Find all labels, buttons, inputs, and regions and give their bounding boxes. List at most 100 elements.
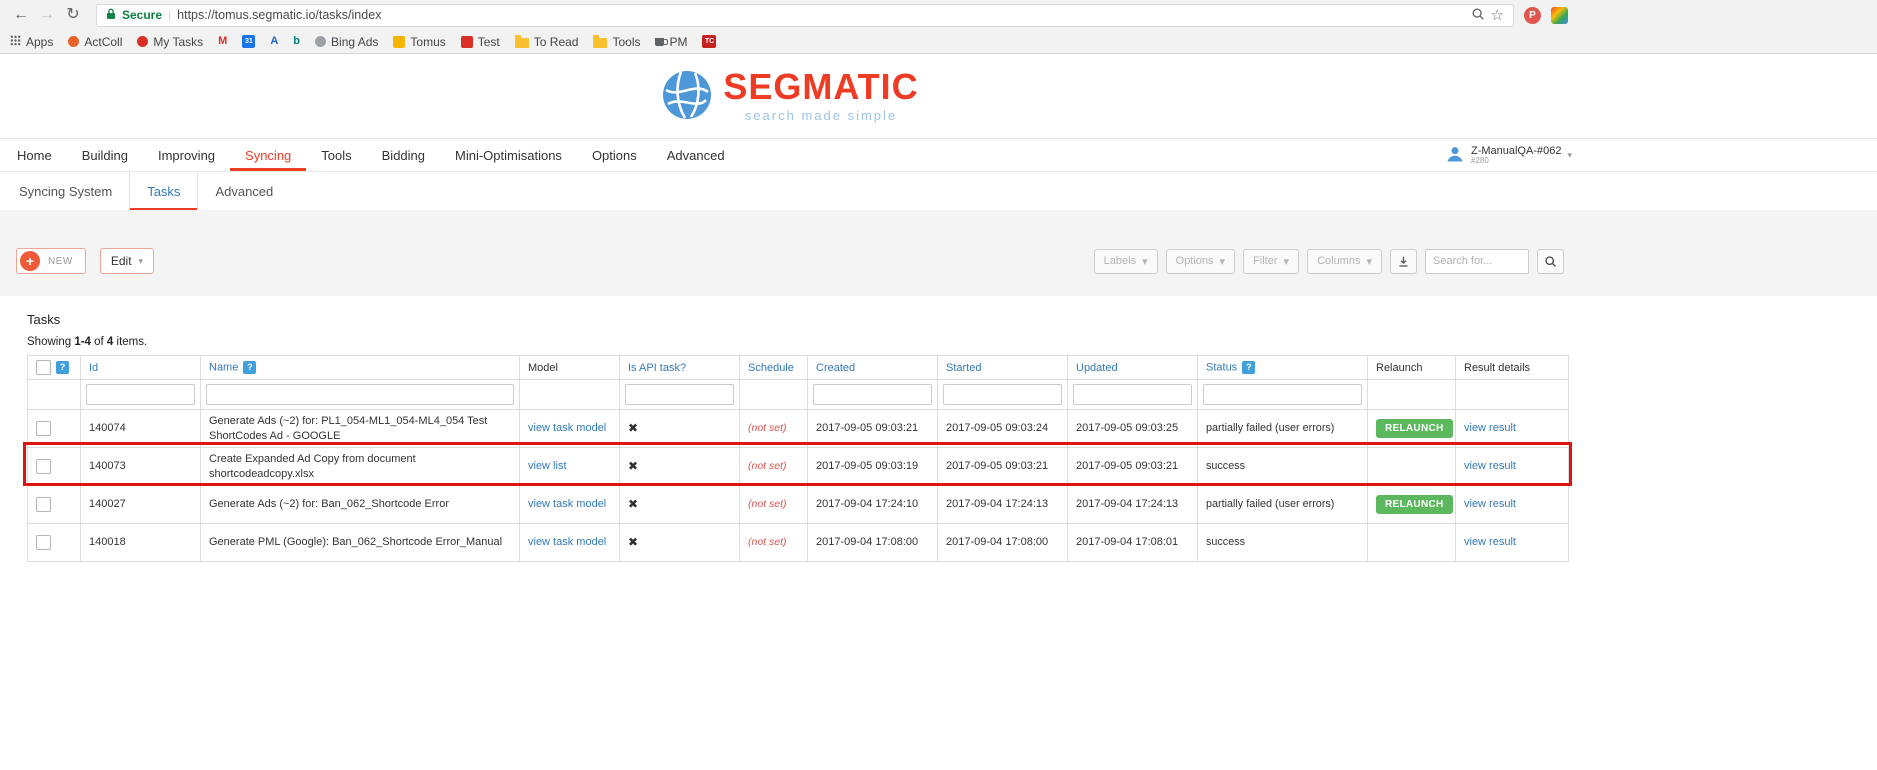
bookmark-apps[interactable]: Apps — [10, 35, 53, 49]
created-value: 2017-09-05 09:03:19 — [807, 447, 938, 486]
download-button[interactable] — [1390, 248, 1417, 274]
logo-text: SEGMATIC — [723, 66, 919, 107]
row-checkbox[interactable] — [36, 496, 51, 512]
view-model-link[interactable]: view list — [528, 460, 567, 472]
bookmark-my-tasks[interactable]: My Tasks — [137, 35, 203, 49]
new-button[interactable]: + NEW — [16, 248, 86, 274]
nav-item-syncing[interactable]: Syncing — [230, 139, 306, 171]
lock-icon — [106, 7, 116, 23]
bookmark-pm[interactable]: PM — [655, 35, 687, 49]
zoom-icon[interactable] — [1471, 7, 1485, 24]
bookmark-tc[interactable]: TC — [702, 35, 717, 48]
view-result-link[interactable]: view result — [1464, 498, 1516, 510]
filter-api-task-input[interactable] — [625, 384, 734, 405]
filter-updated-input[interactable] — [1073, 384, 1192, 405]
nav-item-mini-optimisations[interactable]: Mini-Optimisations — [440, 139, 577, 171]
column-header-schedule[interactable]: Schedule — [748, 362, 794, 374]
updated-value: 2017-09-04 17:08:01 — [1067, 523, 1198, 562]
help-icon[interactable]: ? — [243, 361, 257, 374]
user-menu[interactable]: Z-ManualQA-#062 #280 ▾ — [1445, 139, 1572, 171]
help-icon[interactable]: ? — [1242, 361, 1256, 374]
extension-icon-p[interactable]: P — [1524, 6, 1541, 24]
filter-id-input[interactable] — [86, 384, 195, 405]
nav-item-improving[interactable]: Improving — [143, 139, 230, 171]
address-bar[interactable]: Secure | https://tomus.segmatic.io/tasks… — [96, 3, 1514, 27]
help-icon[interactable]: ? — [56, 361, 69, 374]
filter-label: Filter — [1253, 255, 1278, 267]
nav-item-options[interactable]: Options — [577, 139, 652, 171]
started-value: 2017-09-05 09:03:21 — [937, 447, 1068, 486]
extension-icon-colorful[interactable] — [1551, 6, 1568, 24]
bookmark-bing-ads[interactable]: Bing Ads — [315, 35, 378, 49]
back-button[interactable]: ← — [10, 7, 32, 23]
row-checkbox[interactable] — [36, 420, 51, 436]
edit-dropdown-button[interactable]: Edit ▾ — [99, 248, 155, 274]
column-header-status[interactable]: Status — [1206, 361, 1237, 373]
search-input[interactable] — [1425, 248, 1529, 274]
filter-created-input[interactable] — [813, 384, 932, 405]
column-header-name[interactable]: Name — [209, 361, 238, 373]
forward-button[interactable]: → — [36, 7, 58, 23]
bookmark-star-icon[interactable]: ☆ — [1491, 6, 1504, 24]
column-header-created[interactable]: Created — [816, 362, 855, 374]
created-value: 2017-09-04 17:24:10 — [807, 485, 938, 524]
search-button[interactable] — [1537, 248, 1564, 274]
columns-dropdown-button[interactable]: Columns ▾ — [1307, 248, 1382, 274]
bookmark-label: To Read — [533, 34, 579, 49]
row-checkbox[interactable] — [36, 458, 51, 474]
filter-dropdown-button[interactable]: Filter ▾ — [1243, 248, 1300, 274]
view-model-link[interactable]: view task model — [528, 536, 606, 548]
table-row: 140018 Generate PML (Google): Ban_062_Sh… — [27, 523, 1569, 562]
options-dropdown-button[interactable]: Options ▾ — [1165, 248, 1236, 274]
a-icon: A — [270, 35, 279, 47]
bookmark-bing[interactable]: b — [293, 36, 300, 47]
toolbar: + NEW Edit ▾ Labels ▾ Options ▾ Filter ▾ — [0, 210, 1877, 296]
bookmark-a[interactable]: A — [270, 36, 278, 47]
column-header-updated[interactable]: Updated — [1076, 362, 1118, 374]
bookmark-gmail[interactable]: M — [218, 36, 227, 47]
column-header-id[interactable]: Id — [89, 362, 98, 374]
subnav-item-tasks[interactable]: Tasks — [129, 172, 199, 210]
filter-started-input[interactable] — [943, 384, 1062, 405]
bookmark-test[interactable]: Test — [460, 35, 500, 49]
bing-icon: b — [293, 35, 301, 47]
relaunch-button[interactable]: RELAUNCH — [1376, 419, 1453, 438]
schedule-value: (not set) — [748, 422, 787, 435]
subnav-item-advanced[interactable]: Advanced — [198, 172, 290, 210]
filter-name-input[interactable] — [206, 384, 514, 405]
tc-icon: TC — [702, 35, 717, 48]
main-navigation: Home Building Improving Syncing Tools Bi… — [0, 138, 1877, 172]
filter-row — [27, 379, 1569, 410]
chevron-down-icon: ▾ — [1366, 255, 1372, 268]
view-result-link[interactable]: view result — [1464, 422, 1516, 434]
bing-ads-icon — [315, 36, 327, 47]
view-model-link[interactable]: view task model — [528, 498, 606, 510]
bookmark-calendar[interactable]: 31 — [242, 35, 256, 48]
select-all-checkbox[interactable] — [36, 360, 51, 375]
row-checkbox[interactable] — [36, 534, 51, 550]
api-task-flag: ✖ — [619, 447, 740, 486]
filter-status-input[interactable] — [1203, 384, 1362, 405]
nav-item-building[interactable]: Building — [67, 139, 143, 171]
relaunch-button[interactable]: RELAUNCH — [1376, 495, 1453, 514]
nav-item-home[interactable]: Home — [2, 139, 67, 171]
column-header-started[interactable]: Started — [946, 362, 981, 374]
bookmark-tomus[interactable]: Tomus — [393, 35, 446, 49]
labels-dropdown-button[interactable]: Labels ▾ — [1093, 248, 1158, 274]
bookmark-actcoll[interactable]: ActColl — [68, 35, 122, 49]
subnav-item-syncing-system[interactable]: Syncing System — [2, 172, 129, 210]
bookmark-tools[interactable]: Tools — [593, 35, 640, 49]
view-result-link[interactable]: view result — [1464, 536, 1516, 548]
secure-label: Secure — [122, 8, 163, 22]
nav-item-advanced[interactable]: Advanced — [652, 139, 740, 171]
nav-item-tools[interactable]: Tools — [306, 139, 366, 171]
reload-button[interactable]: ↻ — [62, 7, 84, 23]
view-result-link[interactable]: view result — [1464, 460, 1516, 472]
column-header-is-api-task[interactable]: Is API task? — [628, 362, 686, 374]
view-model-link[interactable]: view task model — [528, 422, 606, 434]
download-icon — [1399, 256, 1408, 267]
mug-icon — [655, 37, 669, 46]
nav-item-bidding[interactable]: Bidding — [367, 139, 440, 171]
user-name: Z-ManualQA-#062 — [1470, 144, 1562, 157]
bookmark-to-read[interactable]: To Read — [514, 34, 579, 49]
